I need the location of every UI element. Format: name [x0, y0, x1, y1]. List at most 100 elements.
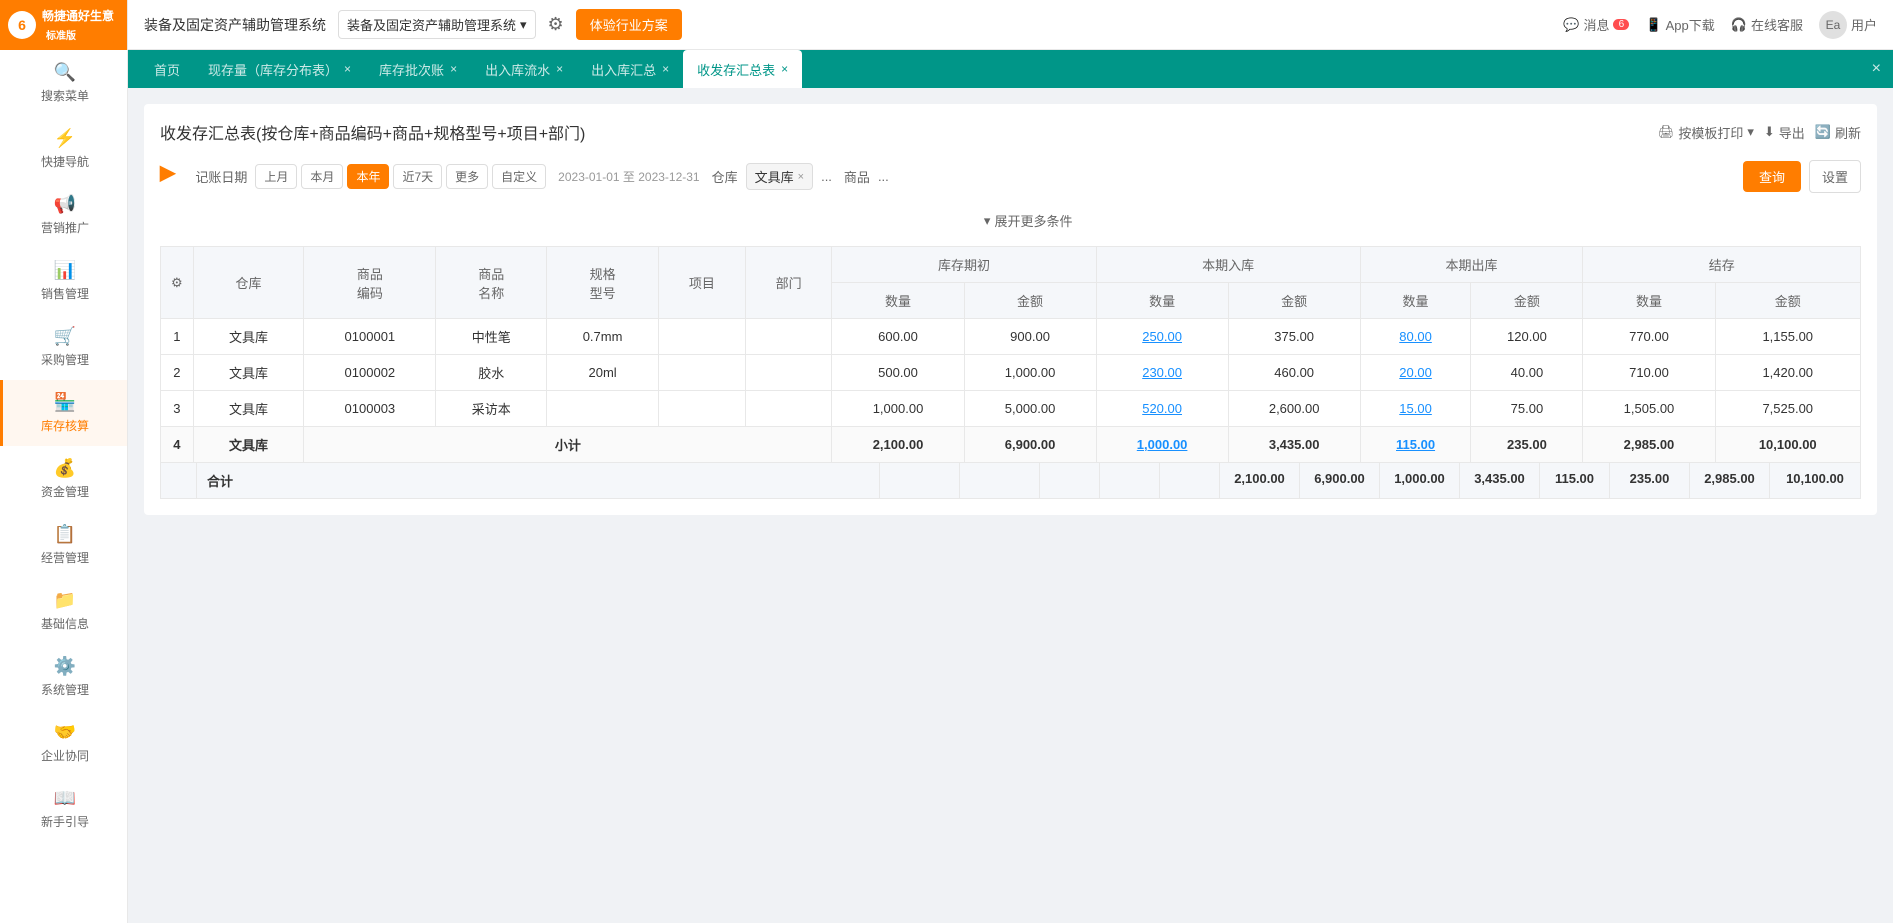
sidebar-item-operations[interactable]: 📋经营管理	[0, 512, 127, 578]
tab-label-batch: 库存批次账	[379, 60, 444, 79]
subtotal-no: 4	[161, 427, 194, 463]
subtotal-outbound-qty: 115.00	[1360, 427, 1471, 463]
tab-label-inout-flow: 出入库流水	[485, 60, 550, 79]
cell-goods-code: 0100001	[304, 319, 436, 355]
filter-expand-row: ▾ 展开更多条件	[195, 203, 1861, 238]
sidebar-icon-basic-info: 📁	[54, 590, 76, 611]
topbar-right: 💬 消息 6 📱 App下载 🎧 在线客服 Ea 用户	[1563, 11, 1877, 39]
bell-icon: 💬	[1563, 17, 1579, 33]
notifications-item[interactable]: 💬 消息 6	[1563, 15, 1629, 34]
warehouse-tag-close[interactable]: ×	[798, 171, 804, 183]
tabs-close-all[interactable]: ×	[1872, 60, 1881, 78]
warehouse-more[interactable]: ...	[821, 169, 832, 184]
th-balance-qty: 数量	[1583, 283, 1715, 319]
cell-goods-name: 中性笔	[436, 319, 547, 355]
date-tab-更多[interactable]: 更多	[446, 164, 488, 189]
sidebar-logo: 6 畅捷通好生意 标准版	[0, 0, 127, 50]
cell-department	[745, 319, 832, 355]
date-tab-本月[interactable]: 本月	[301, 164, 343, 189]
cell-department	[745, 355, 832, 391]
cell-outbound-qty[interactable]: 15.00	[1360, 391, 1471, 427]
table-row: 3 文具库 0100003 采访本 1,000.00 5,000.00 520.…	[161, 391, 1861, 427]
system-select[interactable]: 装备及固定资产辅助管理系统 ▾	[338, 10, 536, 39]
export-icon: ⬇	[1764, 124, 1775, 140]
sidebar-icon-newbie: 📖	[54, 788, 76, 809]
query-button[interactable]: 查询	[1743, 161, 1801, 192]
tab-close-batch[interactable]: ×	[450, 62, 457, 76]
th-goods-spec: 规格型号	[547, 247, 659, 319]
tab-close-inout-flow[interactable]: ×	[556, 62, 563, 76]
cell-inbound-amount: 375.00	[1228, 319, 1360, 355]
online-service-item[interactable]: 🎧 在线客服	[1731, 15, 1803, 34]
user-item[interactable]: Ea 用户	[1819, 11, 1877, 39]
sidebar-item-finance[interactable]: 💰资金管理	[0, 446, 127, 512]
tab-close-inout-summary[interactable]: ×	[662, 62, 669, 76]
sidebar-item-quick-nav[interactable]: ⚡快捷导航	[0, 116, 127, 182]
date-tab-上月[interactable]: 上月	[255, 164, 297, 189]
notifications-badge: 6	[1613, 19, 1629, 30]
refresh-action[interactable]: 🔄 刷新	[1815, 123, 1861, 142]
footer-outbound-qty: 115.00	[1540, 463, 1610, 498]
system-title: 装备及固定资产辅助管理系统	[144, 15, 326, 35]
cell-goods-spec: 20ml	[547, 355, 659, 391]
cell-inbound-amount: 460.00	[1228, 355, 1360, 391]
trial-button[interactable]: 体验行业方案	[576, 9, 682, 40]
sidebar-item-corp-collab[interactable]: 🤝企业协同	[0, 710, 127, 776]
sidebar-item-marketing[interactable]: 📢营销推广	[0, 182, 127, 248]
cell-goods-name: 胶水	[436, 355, 547, 391]
cell-inbound-qty[interactable]: 250.00	[1096, 319, 1228, 355]
tab-inout-summary[interactable]: 出入库汇总×	[577, 50, 683, 88]
date-tab-自定义[interactable]: 自定义	[492, 164, 546, 189]
cell-project	[659, 355, 746, 391]
sidebar-label-operations: 经营管理	[41, 549, 89, 566]
app-name: 畅捷通好生意	[42, 7, 114, 24]
tab-label-home: 首页	[154, 60, 180, 79]
footer-balance-amount: 10,100.00	[1770, 463, 1860, 498]
sidebar-item-system[interactable]: ⚙️系统管理	[0, 644, 127, 710]
footer-spacer4	[1100, 463, 1160, 498]
cell-outbound-qty[interactable]: 80.00	[1360, 319, 1471, 355]
sidebar-item-sales[interactable]: 📊销售管理	[0, 248, 127, 314]
sidebar-item-search[interactable]: 🔍搜索菜单	[0, 50, 127, 116]
th-settings[interactable]: ⚙	[161, 247, 194, 319]
tab-receive-summary[interactable]: 收发存汇总表×	[683, 50, 802, 88]
cell-outbound-amount: 120.00	[1471, 319, 1583, 355]
date-tab-近7天[interactable]: 近7天	[393, 164, 442, 189]
tab-batch[interactable]: 库存批次账 ×	[365, 50, 471, 88]
filter-expand-btn[interactable]: ▾ 展开更多条件	[980, 207, 1077, 234]
export-action[interactable]: ⬇ 导出	[1764, 123, 1805, 142]
sidebar-item-inventory[interactable]: 🏪库存核算	[0, 380, 127, 446]
goods-filter-section: 商品 ...	[844, 167, 889, 186]
tab-inventory-dist[interactable]: 现存量（库存分布表） ×	[194, 50, 365, 88]
settings-button[interactable]: 设置	[1809, 160, 1861, 193]
sidebar-label-corp-collab: 企业协同	[41, 747, 89, 764]
cell-outbound-qty[interactable]: 20.00	[1360, 355, 1471, 391]
tab-label-inventory-dist: 现存量（库存分布表）	[208, 60, 338, 79]
settings-icon[interactable]: ⚙	[548, 14, 564, 35]
filter-collapse-btn[interactable]: ▶	[160, 160, 175, 185]
goods-more[interactable]: ...	[878, 169, 889, 184]
cell-warehouse: 文具库	[193, 319, 304, 355]
headset-icon: 🎧	[1731, 17, 1747, 33]
date-tab-本年[interactable]: 本年	[347, 164, 389, 189]
sidebar-icon-finance: 💰	[54, 458, 76, 479]
tab-home[interactable]: 首页	[140, 50, 194, 88]
sidebar-item-basic-info[interactable]: 📁基础信息	[0, 578, 127, 644]
topbar: 装备及固定资产辅助管理系统 装备及固定资产辅助管理系统 ▾ ⚙ 体验行业方案 💬…	[128, 0, 1893, 50]
warehouse-tag[interactable]: 文具库 ×	[746, 163, 813, 190]
subtotal-opening-amount: 6,900.00	[964, 427, 1096, 463]
page-content: 收发存汇总表(按仓库+商品编码+商品+规格型号+项目+部门) 🖨 按模板打印 ▾…	[128, 88, 1893, 923]
tab-close-inventory-dist[interactable]: ×	[344, 62, 351, 76]
th-inbound-amount: 金额	[1228, 283, 1360, 319]
th-balance-group: 结存	[1583, 247, 1861, 283]
sidebar-item-purchase[interactable]: 🛒采购管理	[0, 314, 127, 380]
footer-outbound-amount: 235.00	[1610, 463, 1690, 498]
sidebar-item-newbie[interactable]: 📖新手引导	[0, 776, 127, 842]
cell-inbound-qty[interactable]: 230.00	[1096, 355, 1228, 391]
app-download-item[interactable]: 📱 App下载	[1645, 15, 1714, 34]
tab-inout-flow[interactable]: 出入库流水 ×	[471, 50, 577, 88]
sidebar-icon-sales: 📊	[54, 260, 76, 281]
print-action[interactable]: 🖨 按模板打印 ▾	[1658, 123, 1754, 142]
cell-inbound-qty[interactable]: 520.00	[1096, 391, 1228, 427]
tab-close-receive-summary[interactable]: ×	[781, 62, 788, 76]
